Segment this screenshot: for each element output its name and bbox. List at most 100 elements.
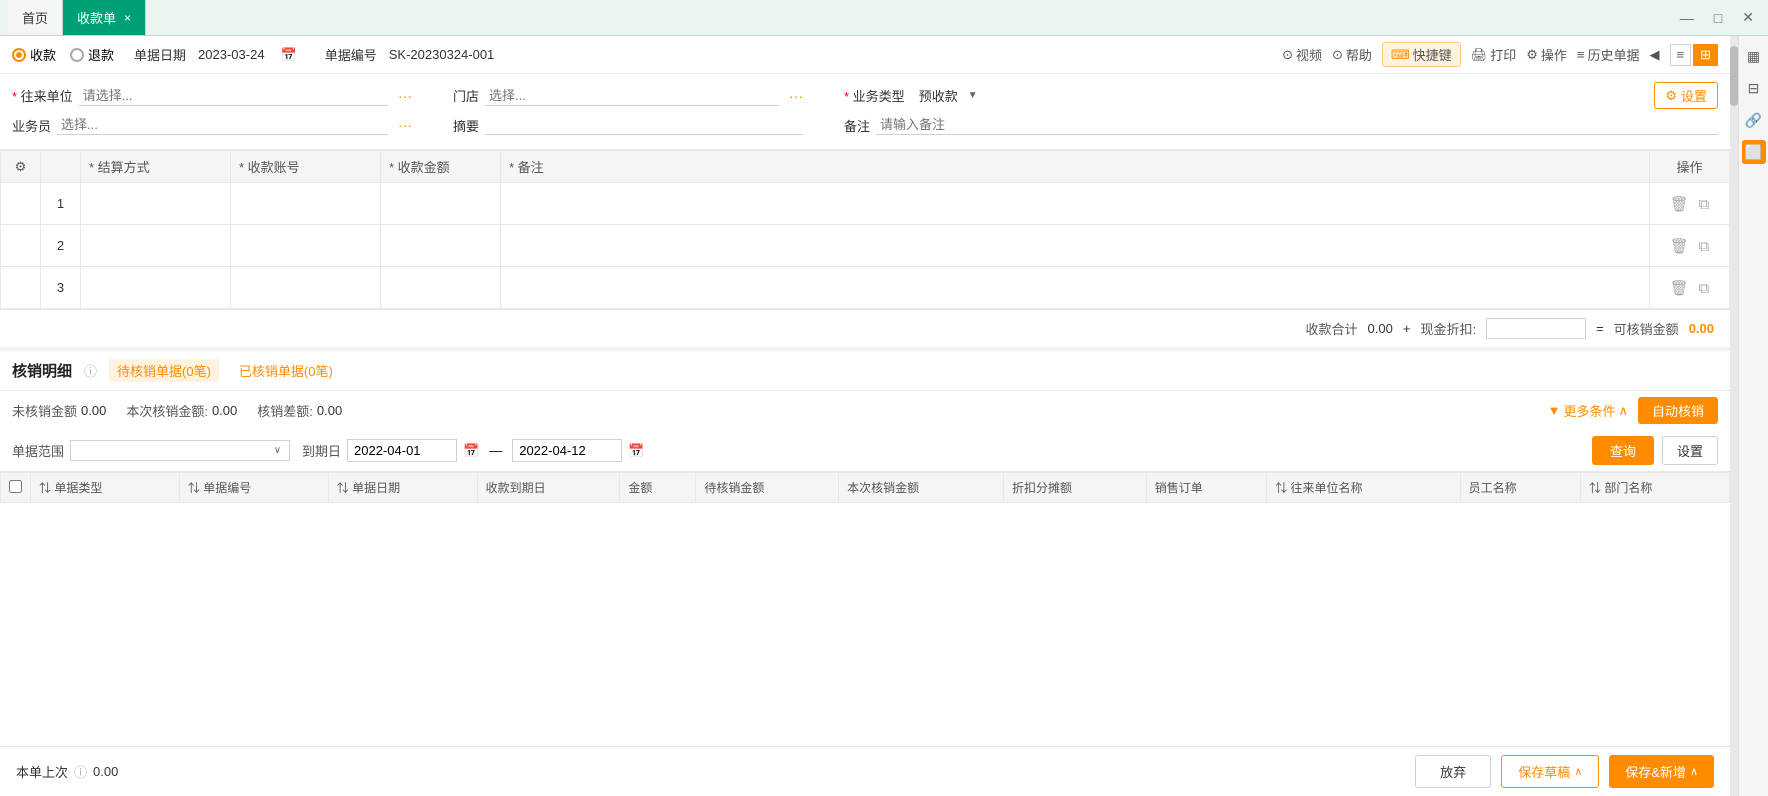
panel-icon-3[interactable]: 🔗	[1742, 108, 1766, 132]
stats-right: ▼ 更多条件 ∧ 自动核销	[1548, 397, 1718, 424]
store-input[interactable]	[485, 86, 779, 106]
row-1-account[interactable]	[231, 183, 381, 225]
bill-no-value: SK-20230324-001	[389, 47, 495, 62]
save-draft-button[interactable]: 保存草稿 ∧	[1501, 755, 1599, 788]
history-action[interactable]: ≡ 历史单据	[1577, 45, 1640, 64]
save-new-button[interactable]: 保存&新增 ∧	[1609, 755, 1714, 788]
check-all-checkbox[interactable]	[9, 480, 22, 493]
minimize-button[interactable]: —	[1674, 8, 1700, 28]
tab-close-icon[interactable]: ×	[124, 11, 131, 25]
partner-label: 往来单位	[12, 86, 73, 105]
radio-refund[interactable]: 退款	[70, 45, 114, 64]
date-filter: 到期日 📅 — 📅	[302, 439, 644, 462]
pending-tab[interactable]: 待核销单据(0笔)	[109, 359, 219, 382]
biz-type-chevron[interactable]: ▼	[968, 90, 978, 101]
store-field: 门店 ···	[453, 86, 803, 106]
row-1-delete-button[interactable]: 🗑	[1667, 195, 1692, 213]
table-remark-th: * 备注	[501, 151, 1650, 183]
calendar-end-icon[interactable]: 📅	[628, 443, 644, 459]
row-2-delete-button[interactable]: 🗑	[1667, 237, 1692, 255]
row-3-ops: 🗑 ⧉	[1650, 267, 1730, 309]
tab-home[interactable]: 首页	[8, 0, 63, 35]
biz-type-value: 预收款	[919, 86, 958, 105]
staff-input[interactable]	[57, 115, 388, 135]
verify-header: 核销明细 ⓘ 待核销单据(0笔) 已核销单据(0笔)	[0, 351, 1730, 391]
video-action[interactable]: ⊙ 视频	[1282, 45, 1322, 64]
radio-receive[interactable]: 收款	[12, 45, 56, 64]
toolbar-row: 收款 退款 单据日期 2023-03-24 📅 单据编号 SK-20230324…	[0, 36, 1730, 74]
table-row: 1 🗑 ⧉	[1, 183, 1730, 225]
scroll-thumb[interactable]	[1730, 46, 1738, 106]
shortcut-button[interactable]: ⌨ 快捷键	[1382, 42, 1461, 67]
date-start-input[interactable]	[347, 439, 457, 462]
form-area: 往来单位 ··· 门店 ··· 业务类型 预收款 ▼	[0, 74, 1730, 149]
query-button[interactable]: 查询	[1592, 436, 1654, 465]
verify-table: ⇅ 单据类型 ⇅ 单据编号 ⇅ 单据日期 收款到期日 金额 待核销金额 本次核销…	[0, 472, 1730, 503]
nav-prev-button[interactable]: ◀	[1650, 47, 1660, 63]
remark-input[interactable]	[876, 115, 1718, 135]
auto-verify-button[interactable]: 自动核销	[1638, 397, 1718, 424]
row-3-copy-button[interactable]: ⧉	[1695, 280, 1712, 297]
total-value: 0.00	[1368, 321, 1393, 336]
row-2-amount[interactable]	[381, 225, 501, 267]
staff-more-icon[interactable]: ···	[398, 117, 412, 133]
panel-icon-2[interactable]: ⊟	[1742, 76, 1766, 100]
store-label: 门店	[453, 86, 479, 105]
col-staff-name: 员工名称	[1460, 473, 1580, 503]
date-end-input[interactable]	[512, 439, 622, 462]
partner-field: 往来单位 ···	[12, 86, 412, 106]
date-value: 2023-03-24	[198, 47, 265, 62]
row-3-account[interactable]	[231, 267, 381, 309]
row-3-settle[interactable]	[81, 267, 231, 309]
row-2-copy-button[interactable]: ⧉	[1695, 238, 1712, 255]
done-tab[interactable]: 已核销单据(0笔)	[231, 359, 341, 382]
verify-info-icon[interactable]: ⓘ	[84, 361, 97, 380]
filter-settings-button[interactable]: 设置	[1662, 436, 1718, 465]
maximize-button[interactable]: □	[1708, 8, 1728, 28]
abandon-button[interactable]: 放弃	[1415, 755, 1491, 788]
row-2-remark[interactable]	[501, 225, 1650, 267]
receipts-table-section: ⚙ * 结算方式 * 收款账号 * 收款金额	[0, 149, 1730, 309]
partner-more-icon[interactable]: ···	[398, 88, 412, 104]
discount-input[interactable]	[1486, 318, 1586, 339]
close-window-button[interactable]: ✕	[1736, 7, 1760, 28]
verify-section: 核销明细 ⓘ 待核销单据(0笔) 已核销单据(0笔) 未核销金额 0.00 本次…	[0, 347, 1730, 746]
print-action[interactable]: 🖨 打印	[1471, 45, 1517, 64]
right-panel: ▦ ⊟ 🔗 ⬜	[1738, 36, 1768, 796]
table-gear-th[interactable]: ⚙	[1, 151, 41, 183]
layout-grid-button[interactable]: ⊞	[1693, 44, 1718, 66]
row-2-settle[interactable]	[81, 225, 231, 267]
layout-list-button[interactable]: ≡	[1670, 44, 1692, 66]
settings-button[interactable]: ⚙ 设置	[1654, 82, 1718, 109]
net-label: 可核销金额	[1614, 319, 1679, 338]
table-row: 3 🗑 ⧉	[1, 267, 1730, 309]
partner-input[interactable]	[79, 86, 388, 106]
range-select[interactable]: ∨	[70, 440, 290, 461]
more-filter-button[interactable]: ▼ 更多条件 ∧	[1548, 401, 1628, 420]
row-2-account[interactable]	[231, 225, 381, 267]
row-3-delete-button[interactable]: 🗑	[1667, 279, 1692, 297]
scrollbar[interactable]	[1730, 36, 1738, 796]
row-1-amount[interactable]	[381, 183, 501, 225]
memo-input[interactable]	[485, 115, 803, 135]
info-icon[interactable]: ⓘ	[74, 762, 87, 781]
filter-actions: 查询 设置	[1592, 436, 1718, 465]
row-1-settle[interactable]	[81, 183, 231, 225]
help-action[interactable]: ⊙ 帮助	[1332, 45, 1372, 64]
calendar-start-icon[interactable]: 📅	[463, 443, 479, 459]
range-label: 单据范围	[12, 441, 64, 460]
panel-icon-4[interactable]: ⬜	[1742, 140, 1766, 164]
check-all-th[interactable]	[1, 473, 31, 503]
row-1-copy-button[interactable]: ⧉	[1695, 196, 1712, 213]
store-more-icon[interactable]: ···	[789, 88, 803, 104]
filter-icon: ▼	[1548, 403, 1561, 418]
tab-bill[interactable]: 收款单 ×	[63, 0, 146, 35]
row-3-amount[interactable]	[381, 267, 501, 309]
row-3-remark[interactable]	[501, 267, 1650, 309]
row-1-remark[interactable]	[501, 183, 1650, 225]
operate-action[interactable]: ⚙ 操作	[1526, 45, 1567, 64]
calendar-icon[interactable]: 📅	[281, 47, 297, 63]
main-container: 收款 退款 单据日期 2023-03-24 📅 单据编号 SK-20230324…	[0, 36, 1730, 796]
col-discount: 折扣分摊额	[1004, 473, 1147, 503]
panel-icon-1[interactable]: ▦	[1742, 44, 1766, 68]
